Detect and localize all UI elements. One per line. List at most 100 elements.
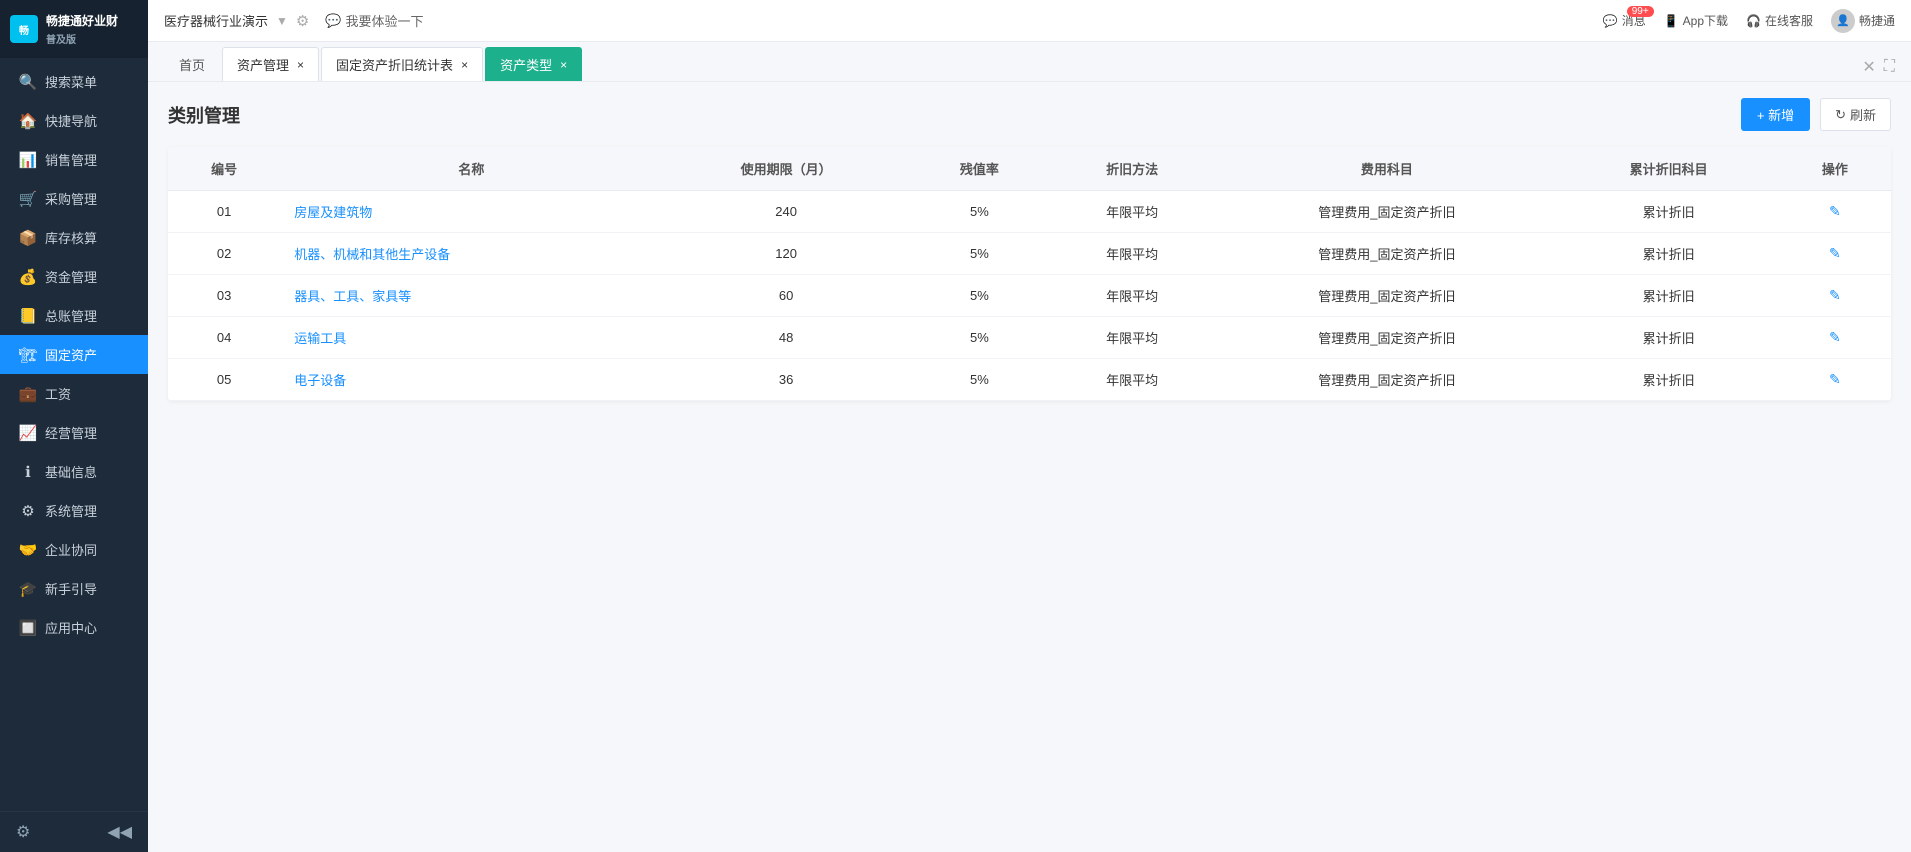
sidebar-footer: ⚙ ◀◀ <box>0 811 148 852</box>
cell-name[interactable]: 器具、工具、家具等 <box>280 275 662 317</box>
salary-icon: 💼 <box>19 385 37 403</box>
table-row: 03 器具、工具、家具等 60 5% 年限平均 管理费用_固定资产折旧 累计折旧… <box>168 275 1891 317</box>
logo-icon: 畅 <box>10 15 38 43</box>
sidebar-item-label: 工资 <box>45 384 71 403</box>
cell-name[interactable]: 机器、机械和其他生产设备 <box>280 233 662 275</box>
app-download-label: App下载 <box>1683 12 1728 29</box>
maximize-window-icon[interactable]: ⛶ <box>1884 58 1895 76</box>
edit-icon[interactable]: ✎ <box>1829 371 1841 387</box>
data-table-wrapper: 编号 名称 使用期限（月） 残值率 折旧方法 费用科目 累计折旧科目 操作 01… <box>168 147 1891 401</box>
table-row: 01 房屋及建筑物 240 5% 年限平均 管理费用_固定资产折旧 累计折旧 ✎ <box>168 191 1891 233</box>
tab-fixed-asset-table[interactable]: 固定资产折旧统计表 × <box>321 47 483 81</box>
page-header: 类别管理 + 新增 ↻ 刷新 <box>168 98 1891 131</box>
sidebar-item-app-center[interactable]: 🔲 应用中心 <box>0 608 148 647</box>
sidebar-item-search[interactable]: 🔍 搜索菜单 <box>0 62 148 101</box>
sidebar-item-system[interactable]: ⚙ 系统管理 <box>0 491 148 530</box>
main-area: 医疗器械行业演示 ▼ ⚙ 💬 我要体验一下 💬 消息 99+ 📱 App下载 🎧… <box>148 0 1911 852</box>
cell-expense: 管理费用_固定资产折旧 <box>1215 191 1558 233</box>
cell-expense: 管理费用_固定资产折旧 <box>1215 317 1558 359</box>
cell-period: 48 <box>663 317 910 359</box>
settings-icon[interactable]: ⚙ <box>16 822 30 842</box>
online-service-label: 在线客服 <box>1765 12 1813 29</box>
finance-icon: 💰 <box>19 268 37 286</box>
tab-asset-type[interactable]: 资产类型 × <box>485 47 582 81</box>
cell-accumulated: 累计折旧 <box>1559 191 1779 233</box>
sidebar-item-operation[interactable]: 📈 经营管理 <box>0 413 148 452</box>
tab-asset-manage-label: 资产管理 <box>237 55 289 74</box>
col-method: 折旧方法 <box>1049 147 1215 191</box>
table-header-row: 编号 名称 使用期限（月） 残值率 折旧方法 费用科目 累计折旧科目 操作 <box>168 147 1891 191</box>
operation-icon: 📈 <box>19 424 37 442</box>
cell-expense: 管理费用_固定资产折旧 <box>1215 233 1558 275</box>
sidebar-item-guide[interactable]: 🎓 新手引导 <box>0 569 148 608</box>
cell-name[interactable]: 运输工具 <box>280 317 662 359</box>
topbar: 医疗器械行业演示 ▼ ⚙ 💬 我要体验一下 💬 消息 99+ 📱 App下载 🎧… <box>148 0 1911 42</box>
sidebar-item-ledger[interactable]: 📒 总账管理 <box>0 296 148 335</box>
edit-icon[interactable]: ✎ <box>1829 329 1841 345</box>
cell-name[interactable]: 房屋及建筑物 <box>280 191 662 233</box>
sidebar-nav: 🔍 搜索菜单 🏠 快捷导航 📊 销售管理 🛒 采购管理 📦 库存核算 💰 资金管… <box>0 58 148 811</box>
app-download-button[interactable]: 📱 App下载 <box>1664 12 1728 29</box>
edit-icon[interactable]: ✎ <box>1829 203 1841 219</box>
home-icon: 🏠 <box>19 112 37 130</box>
download-icon: 📱 <box>1664 14 1679 28</box>
cell-period: 60 <box>663 275 910 317</box>
tab-asset-type-close-icon[interactable]: × <box>560 58 567 72</box>
cell-residual: 5% <box>910 275 1049 317</box>
user-menu[interactable]: 👤 畅捷通 <box>1831 9 1895 33</box>
tab-asset-manage-close-icon[interactable]: × <box>297 58 304 72</box>
table-row: 02 机器、机械和其他生产设备 120 5% 年限平均 管理费用_固定资产折旧 … <box>168 233 1891 275</box>
sidebar-item-salary[interactable]: 💼 工资 <box>0 374 148 413</box>
sidebar-item-label: 固定资产 <box>45 345 97 364</box>
tab-home[interactable]: 首页 <box>164 47 220 81</box>
online-service-button[interactable]: 🎧 在线客服 <box>1746 12 1813 29</box>
cell-accumulated: 累计折旧 <box>1559 233 1779 275</box>
sidebar-item-sales[interactable]: 📊 销售管理 <box>0 140 148 179</box>
sales-icon: 📊 <box>19 151 37 169</box>
tab-asset-manage[interactable]: 资产管理 × <box>222 47 319 81</box>
fixed-asset-icon: 🏗 <box>19 346 37 364</box>
header-actions: + 新增 ↻ 刷新 <box>1741 98 1891 131</box>
feedback-button[interactable]: 💬 我要体验一下 <box>325 11 423 30</box>
cell-expense: 管理费用_固定资产折旧 <box>1215 275 1558 317</box>
col-period: 使用期限（月） <box>663 147 910 191</box>
new-button[interactable]: + 新增 <box>1741 98 1810 131</box>
cell-name[interactable]: 电子设备 <box>280 359 662 401</box>
cell-accumulated: 累计折旧 <box>1559 317 1779 359</box>
edit-icon[interactable]: ✎ <box>1829 245 1841 261</box>
sidebar-item-inventory[interactable]: 📦 库存核算 <box>0 218 148 257</box>
cell-accumulated: 累计折旧 <box>1559 359 1779 401</box>
cell-action: ✎ <box>1779 317 1891 359</box>
settings-gear-icon[interactable]: ⚙ <box>296 12 309 30</box>
cell-code: 02 <box>168 233 280 275</box>
tab-fixed-asset-table-close-icon[interactable]: × <box>461 58 468 72</box>
cell-code: 03 <box>168 275 280 317</box>
col-action: 操作 <box>1779 147 1891 191</box>
sidebar-item-fixed-asset[interactable]: 🏗 固定资产 <box>0 335 148 374</box>
message-button[interactable]: 💬 消息 99+ <box>1603 12 1646 29</box>
sidebar-item-quick-nav[interactable]: 🏠 快捷导航 <box>0 101 148 140</box>
col-expense: 费用科目 <box>1215 147 1558 191</box>
cell-residual: 5% <box>910 233 1049 275</box>
refresh-button[interactable]: ↻ 刷新 <box>1820 98 1891 131</box>
sidebar-item-label: 采购管理 <box>45 189 97 208</box>
table-row: 04 运输工具 48 5% 年限平均 管理费用_固定资产折旧 累计折旧 ✎ <box>168 317 1891 359</box>
table-row: 05 电子设备 36 5% 年限平均 管理费用_固定资产折旧 累计折旧 ✎ <box>168 359 1891 401</box>
edit-icon[interactable]: ✎ <box>1829 287 1841 303</box>
sidebar-item-basic-info[interactable]: ℹ 基础信息 <box>0 452 148 491</box>
col-accumulated: 累计折旧科目 <box>1559 147 1779 191</box>
cell-period: 36 <box>663 359 910 401</box>
sidebar-item-label: 资金管理 <box>45 267 97 286</box>
collapse-icon[interactable]: ◀◀ <box>107 822 132 842</box>
company-dropdown-icon[interactable]: ▼ <box>276 14 288 28</box>
company-name: 医疗器械行业演示 <box>164 11 268 30</box>
cell-residual: 5% <box>910 317 1049 359</box>
sidebar-item-cooperation[interactable]: 🤝 企业协同 <box>0 530 148 569</box>
sidebar-item-finance[interactable]: 💰 资金管理 <box>0 257 148 296</box>
close-window-icon[interactable]: ✕ <box>1862 57 1875 77</box>
sidebar-item-label: 总账管理 <box>45 306 97 325</box>
sidebar-item-purchase[interactable]: 🛒 采购管理 <box>0 179 148 218</box>
window-controls: ✕ ⛶ <box>1862 57 1895 81</box>
refresh-icon: ↻ <box>1835 107 1846 123</box>
category-table: 编号 名称 使用期限（月） 残值率 折旧方法 费用科目 累计折旧科目 操作 01… <box>168 147 1891 401</box>
